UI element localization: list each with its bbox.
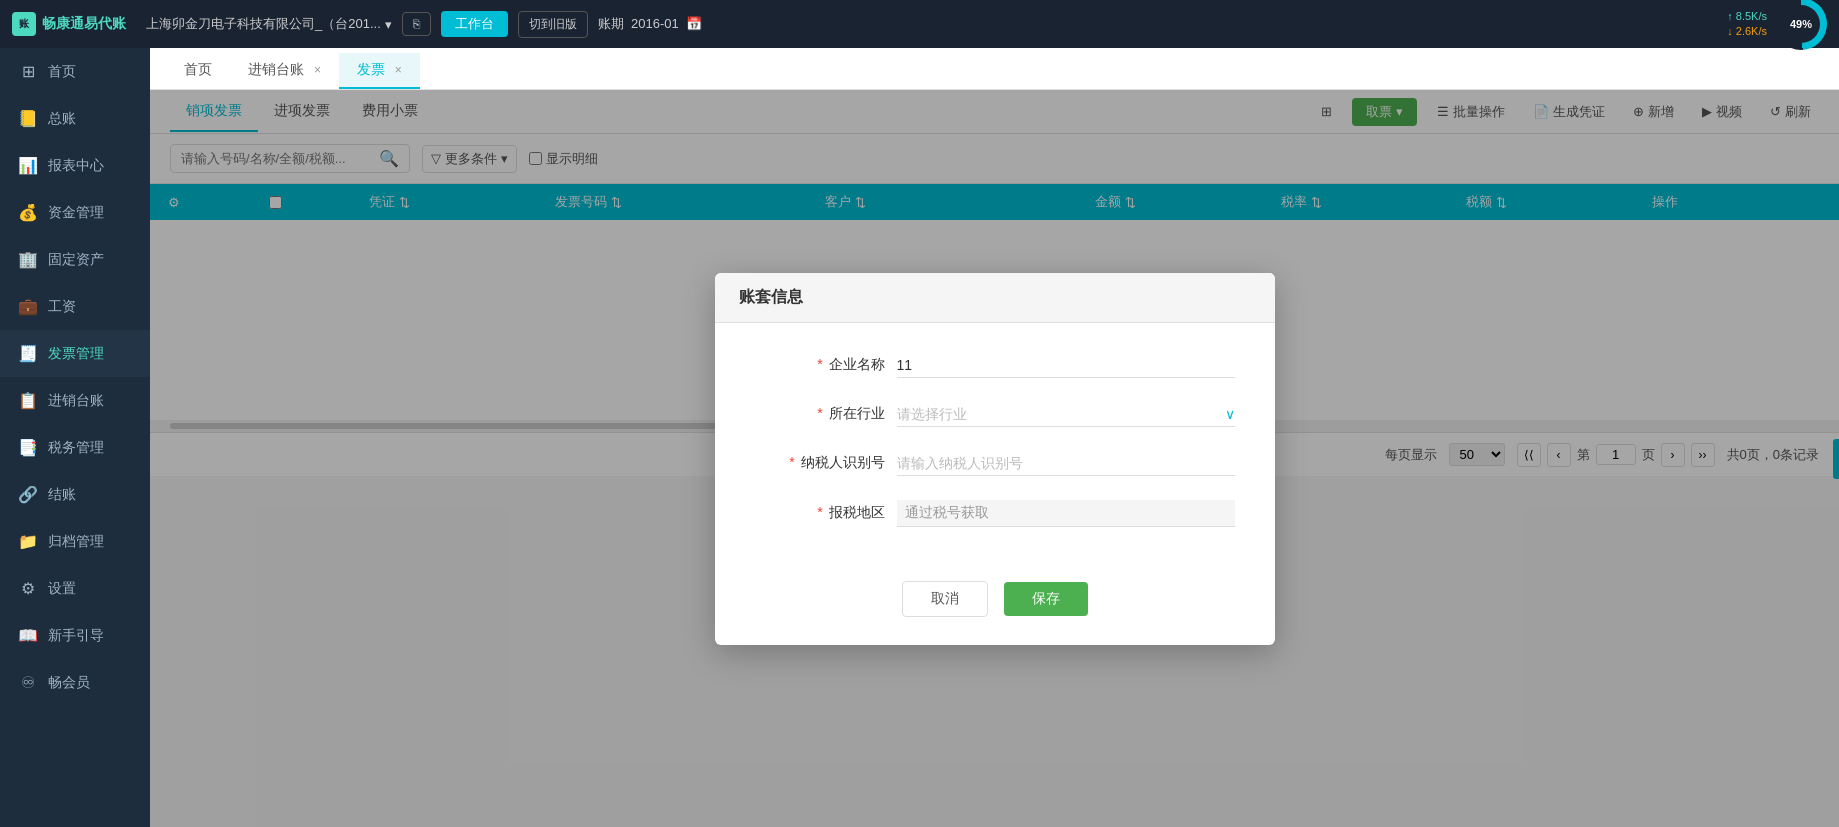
sidebar-item-archive[interactable]: 📁 归档管理 bbox=[0, 518, 150, 565]
sidebar-item-invoice[interactable]: 🧾 发票管理 bbox=[0, 330, 150, 377]
sidebar-item-salary[interactable]: 💼 工资 bbox=[0, 283, 150, 330]
sidebar-item-guide[interactable]: 📖 新手引导 bbox=[0, 612, 150, 659]
assets-icon: 🏢 bbox=[18, 250, 38, 269]
speed-indicator: 49% bbox=[1775, 0, 1827, 50]
app-logo-icon: 账 bbox=[12, 12, 36, 36]
app-logo: 账 畅康通易代账 bbox=[12, 12, 126, 36]
sidebar-item-label: 报表中心 bbox=[48, 157, 104, 175]
form-row-tax-id: * 纳税人识别号 bbox=[755, 451, 1235, 476]
sidebar-item-settings[interactable]: ⚙ 设置 bbox=[0, 565, 150, 612]
sidebar-item-assets[interactable]: 🏢 固定资产 bbox=[0, 236, 150, 283]
sidebar-item-home[interactable]: ⊞ 首页 bbox=[0, 48, 150, 95]
switch-old-btn[interactable]: 切到旧版 bbox=[518, 11, 588, 38]
workbench-btn[interactable]: 工作台 bbox=[441, 11, 508, 37]
ledger-icon: 📒 bbox=[18, 109, 38, 128]
settings-icon: ⚙ bbox=[18, 579, 38, 598]
tax-id-input[interactable] bbox=[897, 451, 1235, 476]
industry-select[interactable]: 请选择行业 bbox=[897, 402, 1235, 426]
archive-icon: 📁 bbox=[18, 532, 38, 551]
sidebar-item-label: 新手引导 bbox=[48, 627, 104, 645]
sidebar-item-ledger[interactable]: 📒 总账 bbox=[0, 95, 150, 142]
main-layout: ⊞ 首页 📒 总账 📊 报表中心 💰 资金管理 🏢 固定资产 💼 工资 🧾 发票… bbox=[0, 48, 1839, 827]
sidebar-item-sales-ledger[interactable]: 📋 进销台账 bbox=[0, 377, 150, 424]
form-row-tax-region: * 报税地区 通过税号获取 bbox=[755, 500, 1235, 527]
tab-invoice[interactable]: 发票 × bbox=[339, 53, 420, 89]
modal-header: 账套信息 bbox=[715, 273, 1275, 323]
checkout-icon: 🔗 bbox=[18, 485, 38, 504]
copy-btn[interactable]: ⎘ bbox=[402, 12, 431, 36]
company-dropdown-icon: ▾ bbox=[385, 17, 392, 32]
salary-icon: 💼 bbox=[18, 297, 38, 316]
sidebar-item-tax[interactable]: 📑 税务管理 bbox=[0, 424, 150, 471]
sidebar-item-member[interactable]: ♾ 畅会员 bbox=[0, 659, 150, 706]
member-icon: ♾ bbox=[18, 673, 38, 692]
speed-text: ↑ 8.5K/s ↓ 2.6K/s bbox=[1727, 9, 1767, 40]
speed-percent: 49% bbox=[1782, 5, 1820, 43]
speed-down: ↓ 2.6K/s bbox=[1727, 24, 1767, 39]
industry-label: * 所在行业 bbox=[755, 405, 885, 423]
sidebar-item-label: 总账 bbox=[48, 110, 76, 128]
company-name-label: * 企业名称 bbox=[755, 356, 885, 374]
sidebar-item-finance[interactable]: 💰 资金管理 bbox=[0, 189, 150, 236]
modal-footer: 取消 保存 bbox=[715, 571, 1275, 645]
industry-select-wrapper[interactable]: 请选择行业 ∨ bbox=[897, 402, 1235, 427]
modal-dialog: 账套信息 * 企业名称 bbox=[715, 273, 1275, 645]
sales-ledger-icon: 📋 bbox=[18, 391, 38, 410]
sidebar-item-label: 固定资产 bbox=[48, 251, 104, 269]
tab-home[interactable]: 首页 bbox=[166, 53, 230, 89]
guide-icon: 📖 bbox=[18, 626, 38, 645]
save-button[interactable]: 保存 bbox=[1004, 582, 1088, 616]
cancel-button[interactable]: 取消 bbox=[902, 581, 988, 617]
company-selector[interactable]: 上海卯金刀电子科技有限公司_（台201... ▾ bbox=[146, 15, 392, 33]
sidebar-item-label: 首页 bbox=[48, 63, 76, 81]
sidebar-item-label: 设置 bbox=[48, 580, 76, 598]
tab-close-sales-ledger[interactable]: × bbox=[314, 63, 321, 77]
sidebar-item-label: 归档管理 bbox=[48, 533, 104, 551]
sidebar-item-label: 结账 bbox=[48, 486, 76, 504]
page-content: 销项发票 进项发票 费用小票 ⊞ 取票 ▾ bbox=[150, 90, 1839, 827]
sidebar-item-label: 进销台账 bbox=[48, 392, 104, 410]
finance-icon: 💰 bbox=[18, 203, 38, 222]
tab-bar: 首页 进销台账 × 发票 × bbox=[150, 48, 1839, 90]
tax-id-label: * 纳税人识别号 bbox=[755, 454, 885, 472]
tab-close-invoice[interactable]: × bbox=[395, 63, 402, 77]
sidebar-item-label: 畅会员 bbox=[48, 674, 90, 692]
period-label: 账期 2016-01 📅 bbox=[598, 15, 703, 33]
copy-icon: ⎘ bbox=[413, 17, 420, 31]
invoice-icon: 🧾 bbox=[18, 344, 38, 363]
sidebar: ⊞ 首页 📒 总账 📊 报表中心 💰 资金管理 🏢 固定资产 💼 工资 🧾 发票… bbox=[0, 48, 150, 827]
modal-title: 账套信息 bbox=[739, 288, 803, 305]
sidebar-item-label: 税务管理 bbox=[48, 439, 104, 457]
tax-icon: 📑 bbox=[18, 438, 38, 457]
form-row-company-name: * 企业名称 bbox=[755, 353, 1235, 378]
tab-sales-ledger[interactable]: 进销台账 × bbox=[230, 53, 339, 89]
modal-overlay: 账套信息 * 企业名称 bbox=[150, 90, 1839, 827]
form-row-industry: * 所在行业 请选择行业 ∨ bbox=[755, 402, 1235, 427]
company-name: 上海卯金刀电子科技有限公司_（台201... bbox=[146, 15, 381, 33]
app-logo-text: 畅康通易代账 bbox=[42, 15, 126, 33]
speed-up: ↑ 8.5K/s bbox=[1727, 9, 1767, 24]
sidebar-item-checkout[interactable]: 🔗 结账 bbox=[0, 471, 150, 518]
content-area: 首页 进销台账 × 发票 × 销项发票 进项发票 费用 bbox=[150, 48, 1839, 827]
calendar-icon: 📅 bbox=[686, 16, 702, 31]
top-header: 账 畅康通易代账 上海卯金刀电子科技有限公司_（台201... ▾ ⎘ 工作台 … bbox=[0, 0, 1839, 48]
company-name-input[interactable] bbox=[897, 353, 1235, 378]
modal-body: * 企业名称 * 所在行业 bbox=[715, 323, 1275, 571]
report-icon: 📊 bbox=[18, 156, 38, 175]
sidebar-item-label: 工资 bbox=[48, 298, 76, 316]
tax-region-label: * 报税地区 bbox=[755, 504, 885, 522]
sidebar-item-label: 资金管理 bbox=[48, 204, 104, 222]
tax-region-disabled-input: 通过税号获取 bbox=[897, 500, 1235, 527]
sidebar-item-reports[interactable]: 📊 报表中心 bbox=[0, 142, 150, 189]
sidebar-item-label: 发票管理 bbox=[48, 345, 104, 363]
home-icon: ⊞ bbox=[18, 62, 38, 81]
